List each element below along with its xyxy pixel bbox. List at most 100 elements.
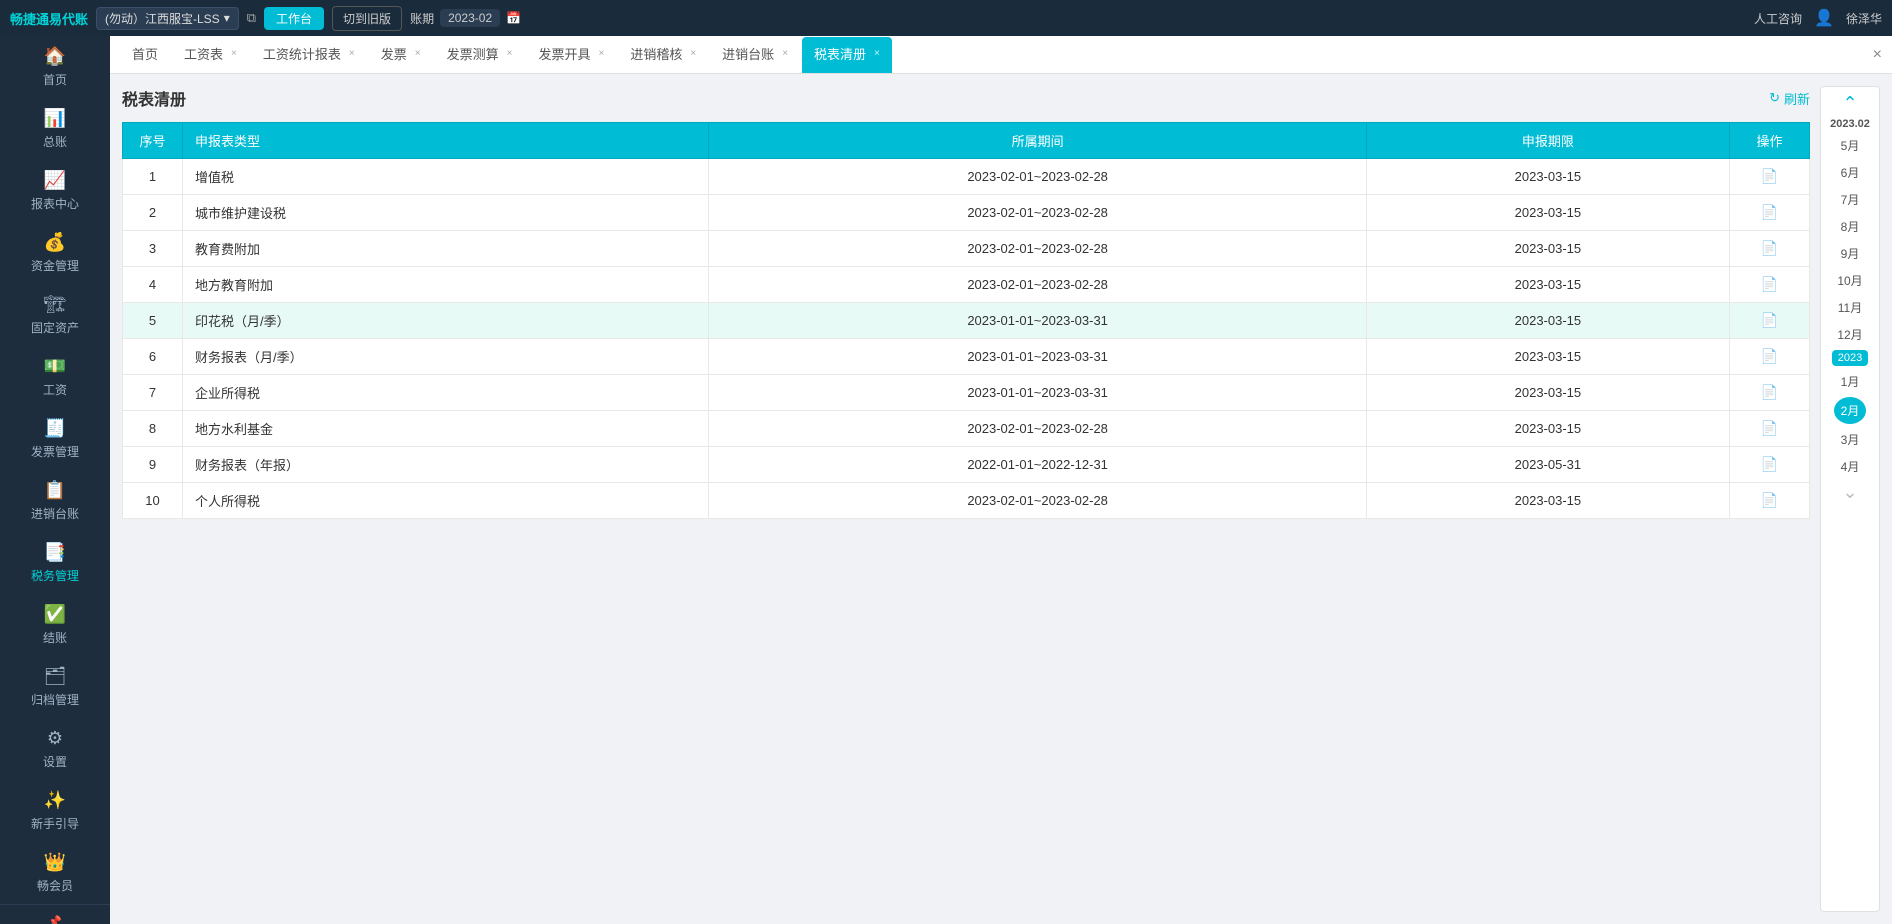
sidebar-item-close[interactable]: ✅ 结账 <box>0 594 110 656</box>
tab-invoice-issue[interactable]: 发票开具 × <box>526 37 616 73</box>
month-item-6[interactable]: 6月 <box>1821 159 1879 186</box>
sidebar-label-guide: 新手引导 <box>31 815 79 832</box>
file-action-icon[interactable]: 📄 <box>1761 168 1778 184</box>
month-item-1[interactable]: 1月 <box>1821 368 1879 395</box>
cell-action[interactable]: 📄 <box>1730 267 1810 303</box>
month-item-8[interactable]: 8月 <box>1821 213 1879 240</box>
year-month-panel: ⌃ 2023.02 5月 6月 7月 8月 9月 10月 11月 12月 202… <box>1820 86 1880 912</box>
cell-no: 2 <box>123 195 183 231</box>
tab-ledger-close[interactable]: × <box>782 48 788 59</box>
content-area: 首页 工资表 × 工资统计报表 × 发票 × 发票测算 × 发票开具 × <box>110 36 1892 924</box>
refresh-button[interactable]: ↻ 刷新 <box>1769 89 1810 108</box>
cell-action[interactable]: 📄 <box>1730 195 1810 231</box>
sidebar-item-guide[interactable]: ✨ 新手引导 <box>0 780 110 842</box>
app-logo: 畅捷通易代账 <box>10 9 88 28</box>
tab-tax-list[interactable]: 税表清册 × <box>802 37 892 73</box>
cell-action[interactable]: 📄 <box>1730 339 1810 375</box>
month-item-10[interactable]: 10月 <box>1821 267 1879 294</box>
sidebar-item-funds[interactable]: 💰 资金管理 <box>0 222 110 284</box>
sidebar-item-reports[interactable]: 📈 报表中心 <box>0 160 110 222</box>
tab-check[interactable]: 进销稽核 × <box>618 37 708 73</box>
sidebar-item-invoice[interactable]: 🧾 发票管理 <box>0 408 110 470</box>
table-row: 3教育费附加2023-02-01~2023-02-282023-03-15📄 <box>123 231 1810 267</box>
year-month-nav-down[interactable]: ⌄ <box>1842 480 1857 505</box>
cell-action[interactable]: 📄 <box>1730 159 1810 195</box>
year-2023-badge: 2023 <box>1832 350 1868 366</box>
tab-invoice-calc[interactable]: 发票测算 × <box>435 37 525 73</box>
tab-invoice-calc-close[interactable]: × <box>507 48 513 59</box>
sidebar-label-home: 首页 <box>43 71 67 88</box>
cell-action[interactable]: 📄 <box>1730 303 1810 339</box>
tab-invoice-close[interactable]: × <box>415 48 421 59</box>
sidebar-item-tax[interactable]: 📑 税务管理 <box>0 532 110 594</box>
table-row: 7企业所得税2023-01-01~2023-03-312023-03-15📄 <box>123 375 1810 411</box>
cell-no: 8 <box>123 411 183 447</box>
file-action-icon[interactable]: 📄 <box>1761 348 1778 364</box>
file-action-icon[interactable]: 📄 <box>1761 240 1778 256</box>
tab-check-close[interactable]: × <box>690 48 696 59</box>
cell-type: 地方教育附加 <box>183 267 709 303</box>
tab-ledger[interactable]: 进销台账 × <box>710 37 800 73</box>
file-action-icon[interactable]: 📄 <box>1761 312 1778 328</box>
tab-home[interactable]: 首页 <box>120 37 170 73</box>
pin-icon: 📌 <box>48 916 62 924</box>
file-action-icon[interactable]: 📄 <box>1761 420 1778 436</box>
switch-old-button[interactable]: 切到旧版 <box>332 6 402 31</box>
cell-action[interactable]: 📄 <box>1730 411 1810 447</box>
tab-invoice-issue-label: 发票开具 <box>538 44 590 63</box>
table-row: 6财务报表（月/季）2023-01-01~2023-03-312023-03-1… <box>123 339 1810 375</box>
month-item-9[interactable]: 9月 <box>1821 240 1879 267</box>
file-action-icon[interactable]: 📄 <box>1761 276 1778 292</box>
cell-action[interactable]: 📄 <box>1730 447 1810 483</box>
year-month-nav-up[interactable]: ⌃ <box>1842 91 1857 116</box>
sidebar-item-settings[interactable]: ⚙ 设置 <box>0 718 110 780</box>
month-item-4[interactable]: 4月 <box>1821 453 1879 480</box>
table-row: 2城市维护建设税2023-02-01~2023-02-282023-03-15📄 <box>123 195 1810 231</box>
tab-invoice-label: 发票 <box>381 44 407 63</box>
tab-invoice[interactable]: 发票 × <box>369 37 433 73</box>
tab-payroll[interactable]: 工资表 × <box>172 37 249 73</box>
cell-deadline: 2023-03-15 <box>1366 483 1729 519</box>
sidebar-item-ledger[interactable]: 📊 总账 <box>0 98 110 160</box>
file-action-icon[interactable]: 📄 <box>1761 384 1778 400</box>
sidebar-label-member: 畅会员 <box>37 877 73 894</box>
tab-invoice-issue-close[interactable]: × <box>598 48 604 59</box>
support-link[interactable]: 人工咨询 <box>1754 10 1802 27</box>
sidebar-item-archive[interactable]: 🗂 归档管理 <box>0 656 110 718</box>
sidebar-item-payroll[interactable]: 💵 工资 <box>0 346 110 408</box>
file-action-icon[interactable]: 📄 <box>1761 456 1778 472</box>
cell-no: 6 <box>123 339 183 375</box>
sidebar-item-home[interactable]: 🏠 首页 <box>0 36 110 98</box>
tab-payroll-stats[interactable]: 工资统计报表 × <box>251 37 367 73</box>
month-item-11[interactable]: 11月 <box>1821 294 1879 321</box>
reports-icon: 📈 <box>44 170 66 191</box>
tab-tax-list-close[interactable]: × <box>874 48 880 59</box>
month-item-3[interactable]: 3月 <box>1821 426 1879 453</box>
table-row: 10个人所得税2023-02-01~2023-02-282023-03-15📄 <box>123 483 1810 519</box>
col-action: 操作 <box>1730 123 1810 159</box>
file-action-icon[interactable]: 📄 <box>1761 204 1778 220</box>
month-item-5[interactable]: 5月 <box>1821 132 1879 159</box>
month-item-2-active[interactable]: 2月 <box>1834 397 1866 424</box>
sidebar-item-purchsale[interactable]: 📋 进销台账 <box>0 470 110 532</box>
company-selector[interactable]: (勿动）江西服宝-LSS ▾ <box>96 7 239 30</box>
month-item-7[interactable]: 7月 <box>1821 186 1879 213</box>
sidebar-item-assets[interactable]: 🏗 固定资产 <box>0 284 110 346</box>
work-station-button[interactable]: 工作台 <box>264 7 324 30</box>
cell-action[interactable]: 📄 <box>1730 483 1810 519</box>
cell-type: 财务报表（年报） <box>183 447 709 483</box>
cell-period: 2023-01-01~2023-03-31 <box>709 339 1366 375</box>
sidebar-item-member[interactable]: 👑 畅会员 <box>0 842 110 904</box>
file-action-icon[interactable]: 📄 <box>1761 492 1778 508</box>
cell-action[interactable]: 📄 <box>1730 231 1810 267</box>
sidebar: 🏠 首页 📊 总账 📈 报表中心 💰 资金管理 🏗 固定资产 💵 工资 🧾 发票… <box>0 36 110 924</box>
table-row: 1增值税2023-02-01~2023-02-282023-03-15📄 <box>123 159 1810 195</box>
month-item-12[interactable]: 12月 <box>1821 321 1879 348</box>
tab-bar-close-button[interactable]: × <box>1873 46 1882 64</box>
home-icon: 🏠 <box>44 46 66 67</box>
tab-payroll-close[interactable]: × <box>231 48 237 59</box>
cell-action[interactable]: 📄 <box>1730 375 1810 411</box>
col-period: 所属期间 <box>709 123 1366 159</box>
sidebar-pin[interactable]: 📌 取消固定 <box>0 904 110 924</box>
tab-payroll-stats-close[interactable]: × <box>349 48 355 59</box>
